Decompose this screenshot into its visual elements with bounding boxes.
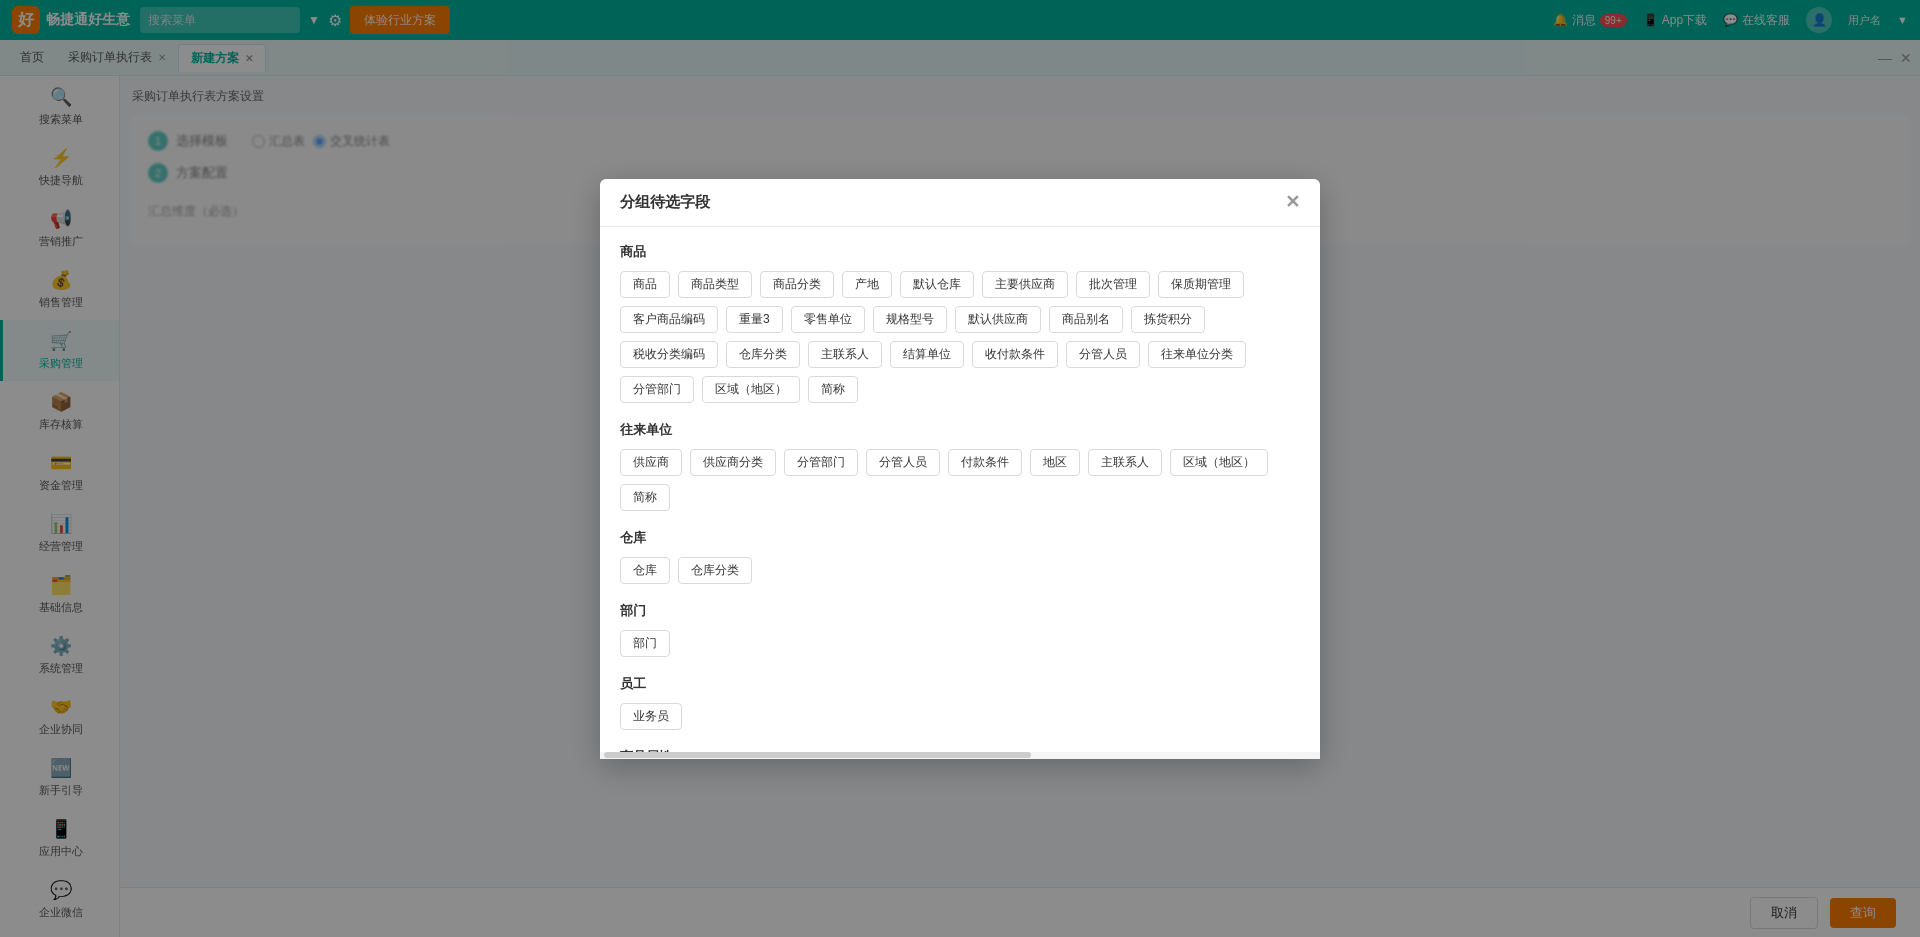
field-tag-供应商[interactable]: 供应商: [620, 449, 682, 476]
field-tag-简称[interactable]: 简称: [620, 484, 670, 511]
field-tags-department: 部门: [620, 630, 1300, 657]
field-tag-零售单位[interactable]: 零售单位: [791, 306, 865, 333]
modal-close-btn[interactable]: ✕: [1285, 193, 1300, 211]
field-tags-partner: 供应商供应商分类分管部门分管人员付款条件地区主联系人区域（地区） 简称: [620, 449, 1300, 511]
field-tag-收付款条件[interactable]: 收付款条件: [972, 341, 1058, 368]
field-tag-分管人员[interactable]: 分管人员: [1066, 341, 1140, 368]
field-tag-保质期管理[interactable]: 保质期管理: [1158, 271, 1244, 298]
section-department: 部门部门: [620, 602, 1300, 657]
field-tag-客户商品编码[interactable]: 客户商品编码: [620, 306, 718, 333]
modal: 分组待选字段 ✕ 商品商品商品类型商品分类产地默认仓库主要供应商批次管理保质期管…: [600, 179, 1320, 759]
field-tag-地区[interactable]: 地区: [1030, 449, 1080, 476]
field-tag-批次管理[interactable]: 批次管理: [1076, 271, 1150, 298]
field-tag-分管部门[interactable]: 分管部门: [784, 449, 858, 476]
scrollbar-thumb: [604, 752, 1031, 758]
field-tag-默认供应商[interactable]: 默认供应商: [955, 306, 1041, 333]
field-tags-goods: 商品商品类型商品分类产地默认仓库主要供应商批次管理保质期管理客户商品编码重量3 零…: [620, 271, 1300, 403]
section-title-department: 部门: [620, 602, 1300, 620]
section-title-goods: 商品: [620, 243, 1300, 261]
section-title-warehouse: 仓库: [620, 529, 1300, 547]
horizontal-scrollbar[interactable]: [600, 752, 1320, 759]
field-tag-主联系人[interactable]: 主联系人: [1088, 449, 1162, 476]
field-tag-仓库分类[interactable]: 仓库分类: [726, 341, 800, 368]
field-tag-分管人员[interactable]: 分管人员: [866, 449, 940, 476]
field-tag-商品[interactable]: 商品: [620, 271, 670, 298]
field-tag-部门[interactable]: 部门: [620, 630, 670, 657]
section-title-employee: 员工: [620, 675, 1300, 693]
field-tags-warehouse: 仓库仓库分类: [620, 557, 1300, 584]
field-tag-产地[interactable]: 产地: [842, 271, 892, 298]
field-tag-供应商分类[interactable]: 供应商分类: [690, 449, 776, 476]
field-tag-区域（地区）[interactable]: 区域（地区）: [702, 376, 800, 403]
field-tag-税收分类编码[interactable]: 税收分类编码: [620, 341, 718, 368]
modal-header: 分组待选字段 ✕: [600, 179, 1320, 227]
field-tag-简称[interactable]: 简称: [808, 376, 858, 403]
field-tag-规格型号[interactable]: 规格型号: [873, 306, 947, 333]
section-title-partner: 往来单位: [620, 421, 1300, 439]
field-tag-商品别名[interactable]: 商品别名: [1049, 306, 1123, 333]
field-tag-主联系人[interactable]: 主联系人: [808, 341, 882, 368]
section-partner: 往来单位供应商供应商分类分管部门分管人员付款条件地区主联系人区域（地区） 简称: [620, 421, 1300, 511]
field-tag-主要供应商[interactable]: 主要供应商: [982, 271, 1068, 298]
field-tag-商品类型[interactable]: 商品类型: [678, 271, 752, 298]
field-tags-employee: 业务员: [620, 703, 1300, 730]
field-tag-区域（地区）[interactable]: 区域（地区）: [1170, 449, 1268, 476]
field-tag-重量3[interactable]: 重量3: [726, 306, 783, 333]
field-tag-往来单位分类[interactable]: 往来单位分类: [1148, 341, 1246, 368]
field-tag-分管部门[interactable]: 分管部门: [620, 376, 694, 403]
field-tag-默认仓库[interactable]: 默认仓库: [900, 271, 974, 298]
field-tag-仓库分类[interactable]: 仓库分类: [678, 557, 752, 584]
field-tag-仓库[interactable]: 仓库: [620, 557, 670, 584]
section-warehouse: 仓库仓库仓库分类: [620, 529, 1300, 584]
field-tag-付款条件[interactable]: 付款条件: [948, 449, 1022, 476]
field-tag-业务员[interactable]: 业务员: [620, 703, 682, 730]
field-tag-商品分类[interactable]: 商品分类: [760, 271, 834, 298]
modal-title: 分组待选字段: [620, 193, 710, 212]
modal-body: 商品商品商品类型商品分类产地默认仓库主要供应商批次管理保质期管理客户商品编码重量…: [600, 227, 1320, 752]
section-employee: 员工业务员: [620, 675, 1300, 730]
field-tag-拣货积分[interactable]: 拣货积分: [1131, 306, 1205, 333]
section-goods: 商品商品商品类型商品分类产地默认仓库主要供应商批次管理保质期管理客户商品编码重量…: [620, 243, 1300, 403]
field-tag-结算单位[interactable]: 结算单位: [890, 341, 964, 368]
modal-overlay: 分组待选字段 ✕ 商品商品商品类型商品分类产地默认仓库主要供应商批次管理保质期管…: [0, 0, 1920, 937]
